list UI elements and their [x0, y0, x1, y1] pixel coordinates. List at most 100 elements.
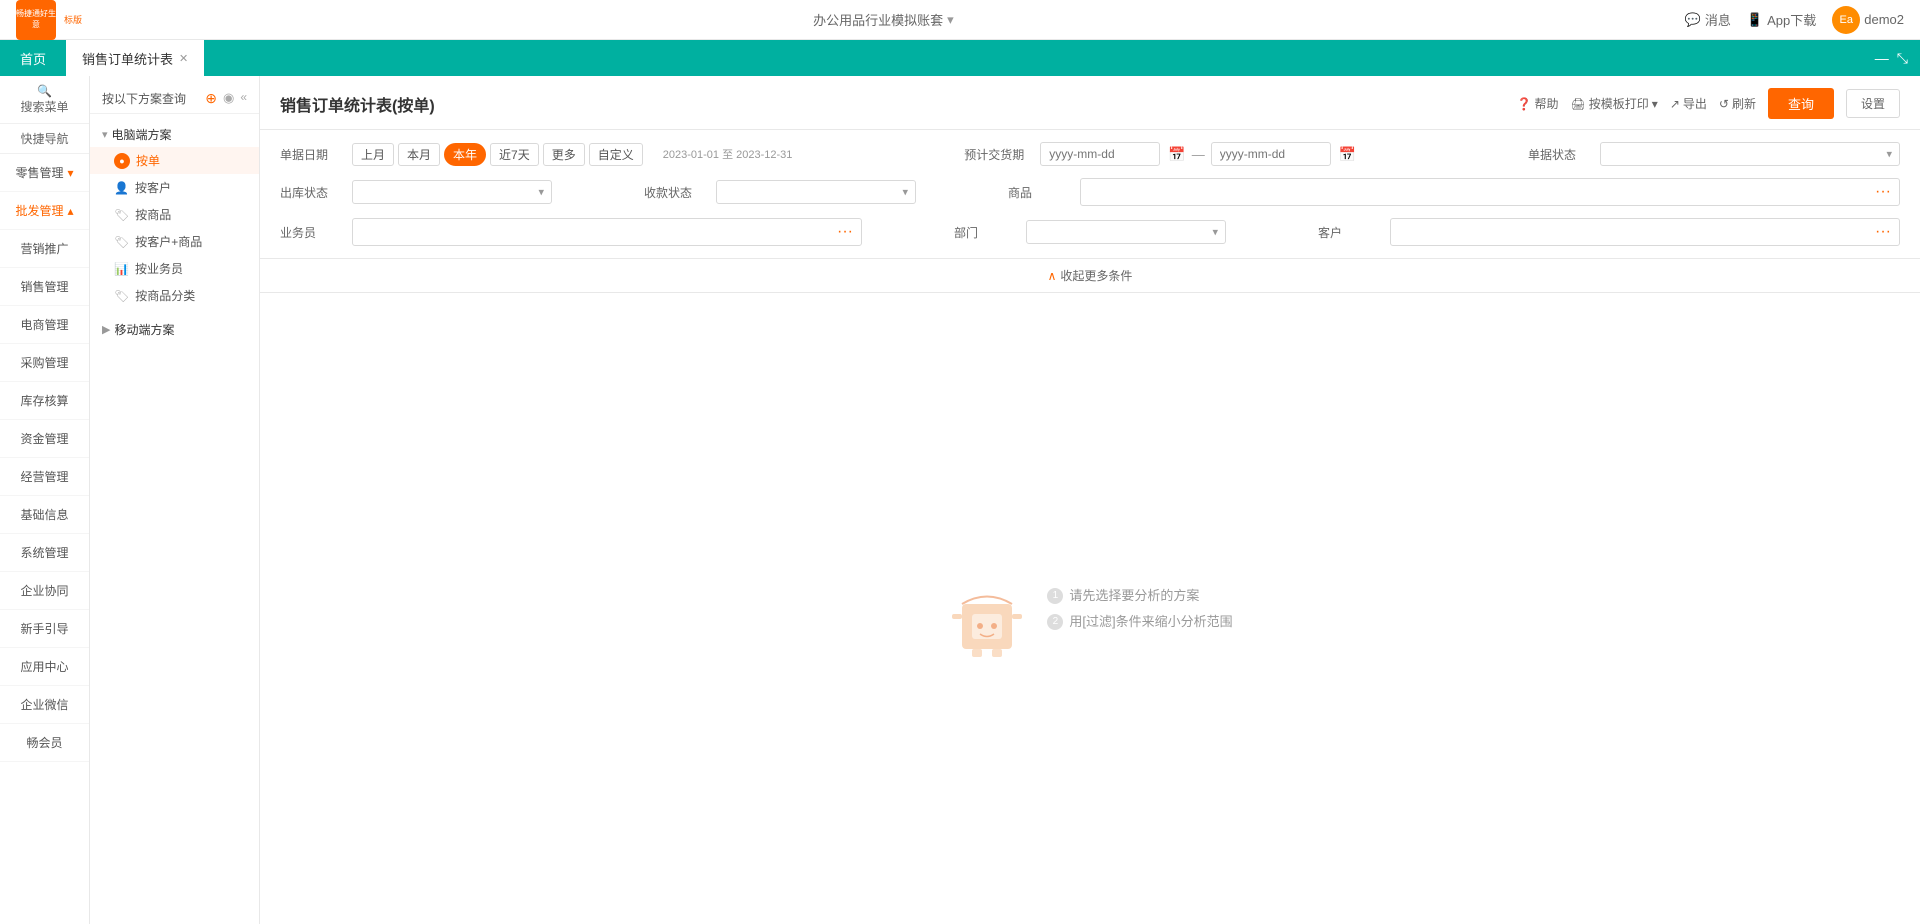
sidebar-sales-label: 销售管理 [20, 278, 68, 295]
expected-date-end[interactable] [1211, 142, 1331, 166]
date-separator: — [1192, 147, 1205, 162]
panel-edit-icon[interactable]: ◉ [223, 90, 234, 107]
print-icon: 🖨 [1571, 97, 1586, 111]
sidebar-item-marketing[interactable]: 营销推广 [0, 230, 89, 268]
payment-select[interactable] [716, 180, 916, 204]
filter-row-2: 出库状态 收款状态 商品 [280, 178, 1900, 206]
sidebar-item-system[interactable]: 系统管理 [0, 534, 89, 572]
goods-ellipsis-btn[interactable]: ··· [1875, 183, 1891, 201]
payment-select-wrapper [716, 180, 916, 204]
filter-status-label: 单据状态 [1528, 146, 1584, 163]
tree-item-by-staff[interactable]: 📊 按业务员 [90, 255, 259, 282]
date-btn-7days[interactable]: 近7天 [490, 143, 539, 166]
tree-item-by-order-icon: ● [114, 153, 130, 169]
query-button[interactable]: 查询 [1768, 88, 1834, 119]
collapse-bar[interactable]: ∧ 收起更多条件 [260, 259, 1920, 293]
topbar-left: 畅捷通好生意 标版 [16, 0, 82, 40]
left-panel: 按以下方案查询 ⊕ ◉ « ▾ 电脑端方案 ● 按单 [90, 76, 260, 924]
tree-item-by-customer-goods[interactable]: 🏷 按客户+商品 [90, 228, 259, 255]
sidebar-item-inventory[interactable]: 库存核算 [0, 382, 89, 420]
tab-restore-btn[interactable]: ⤡ [1897, 50, 1908, 67]
sidebar-wholesale-label: 批发管理 [15, 202, 63, 219]
empty-tips: 1 请先选择要分析的方案 2 用[过滤]条件来缩小分析范围 [1047, 583, 1232, 635]
tip-text-1: 请先选择要分析的方案 [1069, 583, 1199, 609]
sidebar-item-retail[interactable]: 零售管理 ▾ [0, 154, 89, 192]
date-btn-this-year[interactable]: 本年 [444, 143, 486, 166]
page-title: 销售订单统计表(按单) [280, 92, 435, 116]
sidebar-item-appcenter[interactable]: 应用中心 [0, 648, 89, 686]
sidebar-member-label: 畅会员 [26, 734, 62, 751]
expected-date-group: 📅 — 📅 [1040, 142, 1356, 166]
panel-add-icon[interactable]: ⊕ [205, 90, 217, 107]
customer-ellipsis-btn[interactable]: ··· [1875, 223, 1891, 241]
workspace-dropdown-icon[interactable]: ▾ [947, 12, 954, 28]
sidebar-purchase-label: 采购管理 [20, 354, 68, 371]
sidebar-inventory-label: 库存核算 [20, 392, 68, 409]
expected-date-start[interactable] [1040, 142, 1160, 166]
filter-staff-label: 业务员 [280, 224, 336, 241]
collapse-bar-content: ∧ 收起更多条件 [1048, 267, 1133, 284]
app-download-btn[interactable]: 📱 App下载 [1747, 10, 1816, 29]
tree-item-by-category[interactable]: 🏷 按商品分类 [90, 282, 259, 309]
dept-select-wrapper [1026, 220, 1226, 244]
sidebar-item-ecommerce[interactable]: 电商管理 [0, 306, 89, 344]
refresh-btn[interactable]: ↺ 刷新 [1719, 95, 1756, 112]
sidebar-item-wechat[interactable]: 企业微信 [0, 686, 89, 724]
filter-dept-label: 部门 [954, 224, 1010, 241]
user-avatar[interactable]: Ea demo2 [1832, 6, 1904, 34]
tab-sales-stat[interactable]: 销售订单统计表 ✕ [66, 40, 204, 76]
sidebar-item-member[interactable]: 畅会员 [0, 724, 89, 762]
sidebar-item-wholesale[interactable]: 批发管理 ▴ [0, 192, 89, 230]
template-print-btn[interactable]: 🖨 按模板打印 ▾ [1571, 95, 1658, 112]
workspace-selector[interactable]: 办公用品行业模拟账套 ▾ [813, 10, 954, 29]
date-btn-more[interactable]: 更多 [543, 143, 585, 166]
message-btn[interactable]: 💬 消息 [1685, 10, 1731, 29]
sidebar-item-finance[interactable]: 资金管理 [0, 420, 89, 458]
panel-section-pc-title: ▾ 电脑端方案 [90, 122, 259, 147]
panel-section-mobile: ▶ 移动端方案 [90, 313, 259, 346]
sidebar-item-operation[interactable]: 经营管理 [0, 458, 89, 496]
date-btn-this-month[interactable]: 本月 [398, 143, 440, 166]
tree-item-by-goods[interactable]: 🏷 按商品 [90, 201, 259, 228]
right-content: 销售订单统计表(按单) ❓ 帮助 🖨 按模板打印 ▾ ↗ 导出 [260, 76, 1920, 924]
cal-icon-start[interactable]: 📅 [1168, 146, 1185, 163]
sidebar-quicknav[interactable]: 快捷导航 [0, 124, 89, 154]
panel-collapse-icon[interactable]: « [240, 90, 247, 107]
username: demo2 [1864, 12, 1904, 27]
sidebar-item-sales[interactable]: 销售管理 [0, 268, 89, 306]
sidebar: 🔍 搜索菜单 快捷导航 零售管理 ▾ 批发管理 ▴ 营销推广 销售管理 电商管理… [0, 76, 90, 924]
sidebar-item-newbie[interactable]: 新手引导 [0, 610, 89, 648]
page-actions: ❓ 帮助 🖨 按模板打印 ▾ ↗ 导出 ↺ 刷新 [1517, 88, 1900, 119]
status-select[interactable] [1600, 142, 1900, 166]
sidebar-retail-label: 零售管理 [15, 164, 63, 181]
tree-item-by-customer[interactable]: 👤 按客户 [90, 174, 259, 201]
sidebar-item-basic[interactable]: 基础信息 [0, 496, 89, 534]
filter-row-3: 业务员 ··· 部门 客户 [280, 218, 1900, 246]
panel-section-arrow: ▾ [102, 128, 108, 141]
export-icon: ↗ [1670, 97, 1680, 111]
setting-button[interactable]: 设置 [1846, 89, 1900, 118]
cal-icon-end[interactable]: 📅 [1339, 146, 1356, 163]
tab-home[interactable]: 首页 [0, 40, 66, 76]
filter-payment-label: 收款状态 [644, 184, 700, 201]
sidebar-wechat-label: 企业微信 [20, 696, 68, 713]
delivery-select[interactable] [352, 180, 552, 204]
tab-minimize-btn[interactable]: — [1875, 50, 1889, 66]
dept-select[interactable] [1026, 220, 1226, 244]
tab-label: 销售订单统计表 [82, 49, 173, 68]
help-btn[interactable]: ❓ 帮助 [1517, 95, 1559, 112]
staff-ellipsis-btn[interactable]: ··· [837, 223, 853, 241]
tab-close-icon[interactable]: ✕ [179, 52, 188, 65]
empty-content: 1 请先选择要分析的方案 2 用[过滤]条件来缩小分析范围 [947, 569, 1232, 649]
delivery-select-wrapper [352, 180, 552, 204]
sidebar-search[interactable]: 🔍 搜索菜单 [0, 76, 89, 124]
sidebar-item-enterprise[interactable]: 企业协同 [0, 572, 89, 610]
tip-num-2: 2 [1047, 614, 1063, 630]
date-btn-last-month[interactable]: 上月 [352, 143, 394, 166]
sidebar-appcenter-label: 应用中心 [20, 658, 68, 675]
sidebar-item-purchase[interactable]: 采购管理 [0, 344, 89, 382]
date-btn-custom[interactable]: 自定义 [589, 143, 643, 166]
filter-area: 单据日期 上月 本月 本年 近7天 更多 自定义 2023-01-01 至 20… [260, 130, 1920, 259]
export-btn[interactable]: ↗ 导出 [1670, 95, 1707, 112]
tree-item-by-order[interactable]: ● 按单 [90, 147, 259, 174]
